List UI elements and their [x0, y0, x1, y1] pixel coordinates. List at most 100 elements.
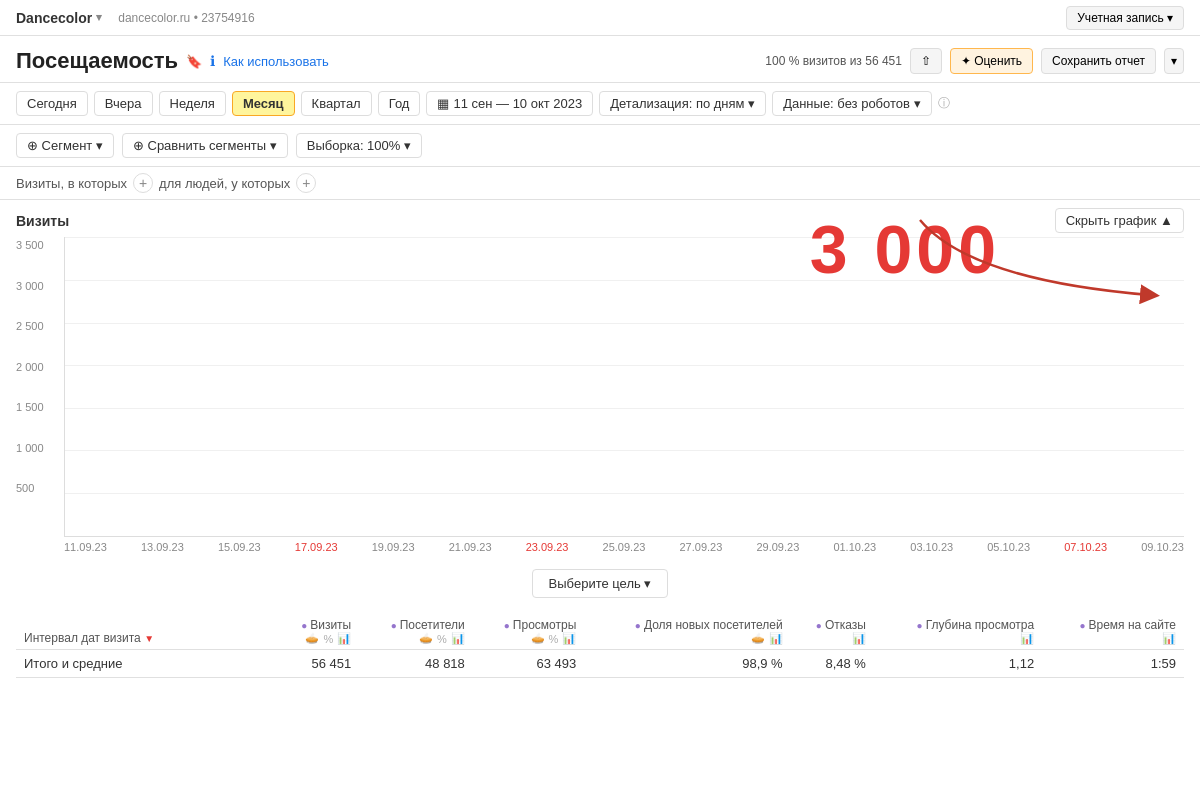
y-label-1000: 1 000: [16, 442, 44, 454]
account-button[interactable]: Учетная запись ▾: [1066, 6, 1184, 30]
date-range-label: 11 сен — 10 окт 2023: [453, 96, 582, 111]
period-week[interactable]: Неделя: [159, 91, 226, 116]
x-label-0310: 03.10.23: [910, 541, 953, 553]
x-label-2109: 21.09.23: [449, 541, 492, 553]
for-people-label: для людей, у которых: [159, 176, 290, 191]
segment-bar: ⊕ Сегмент ▾ ⊕ Сравнить сегменты ▾ Выборк…: [0, 125, 1200, 167]
col-header-visits: ● Визиты 🥧 % 📊: [276, 614, 359, 650]
period-month[interactable]: Месяц: [232, 91, 295, 116]
title-bar: Посещаемость 🔖 ℹ Как использовать 100 % …: [0, 36, 1200, 83]
x-label-2509: 25.09.23: [603, 541, 646, 553]
content-area: 3 000 Визиты Скрыть график ▲ 3 500 3 000…: [0, 200, 1200, 553]
col-header-views: ● Просмотры 🥧 % 📊: [473, 614, 584, 650]
circle-visitors-icon: ●: [391, 620, 397, 631]
visit-bar: Визиты, в которых + для людей, у которых…: [0, 167, 1200, 200]
depth-col-icons: 📊: [882, 632, 1034, 645]
goal-area: Выберите цель ▾: [0, 553, 1200, 614]
add-people-condition-button[interactable]: +: [296, 173, 316, 193]
period-year[interactable]: Год: [378, 91, 421, 116]
col-header-time: ● Время на сайте 📊: [1042, 614, 1184, 650]
circle-depth-icon: ●: [917, 620, 923, 631]
circle-new-icon: ●: [635, 620, 641, 631]
compare-segments-button[interactable]: ⊕ Сравнить сегменты ▾: [122, 133, 288, 158]
col-header-visitors: ● Посетители 🥧 % 📊: [359, 614, 473, 650]
total-time: 1:59: [1042, 650, 1184, 678]
x-label-1909: 19.09.23: [372, 541, 415, 553]
col-header-new: ● Доля новых посетителей 🥧 📊: [584, 614, 790, 650]
hide-chart-button[interactable]: Скрыть график ▲: [1055, 208, 1184, 233]
info-icon: ℹ: [210, 53, 215, 69]
period-today[interactable]: Сегодня: [16, 91, 88, 116]
new-col-icons: 🥧 📊: [592, 632, 782, 645]
robot-data-button[interactable]: Данные: без роботов ▾: [772, 91, 931, 116]
y-label-0: [16, 523, 44, 535]
date-range-button[interactable]: ▦ 11 сен — 10 окт 2023: [426, 91, 593, 116]
circle-time-icon: ●: [1079, 620, 1085, 631]
total-depth: 1,12: [874, 650, 1042, 678]
brand[interactable]: Dancecolor ▾: [16, 10, 102, 26]
table-section: Интервал дат визита ▼ ● Визиты 🥧 % 📊: [0, 614, 1200, 678]
visits-col-icons: 🥧 % 📊: [284, 632, 351, 645]
calendar-icon: ▦: [437, 96, 449, 111]
bookmark-icon[interactable]: 🔖: [186, 54, 202, 69]
sort-arrow-icon: ▼: [144, 633, 154, 644]
time-col-icons: 📊: [1050, 632, 1176, 645]
export-button[interactable]: ⇧: [910, 48, 942, 74]
top-bar: Dancecolor ▾ dancecolor.ru • 23754916 Уч…: [0, 0, 1200, 36]
detail-button[interactable]: Детализация: по дням ▾: [599, 91, 766, 116]
chart-bars-container: [64, 237, 1184, 537]
x-label-0510: 05.10.23: [987, 541, 1030, 553]
bounce-col-icons: 📊: [799, 632, 866, 645]
circle-bounce-icon: ●: [816, 620, 822, 631]
x-label-1309: 13.09.23: [141, 541, 184, 553]
total-views: 63 493: [473, 650, 584, 678]
brand-name: Dancecolor: [16, 10, 92, 26]
goal-select-button[interactable]: Выберите цель ▾: [532, 569, 669, 598]
chart-header: Визиты Скрыть график ▲: [16, 200, 1184, 237]
data-table: Интервал дат визита ▼ ● Визиты 🥧 % 📊: [16, 614, 1184, 678]
y-axis: 3 500 3 000 2 500 2 000 1 500 1 000 500: [16, 237, 44, 537]
y-label-1500: 1 500: [16, 401, 44, 413]
title-bar-left: Посещаемость 🔖 ℹ Как использовать: [16, 48, 329, 74]
col-header-date: Интервал дат визита ▼: [16, 614, 276, 650]
y-label-2000: 2 000: [16, 361, 44, 373]
filter-info-icon: ⓘ: [938, 95, 950, 112]
period-quarter[interactable]: Квартал: [301, 91, 372, 116]
visitors-col-icons: 🥧 % 📊: [367, 632, 465, 645]
page-title: Посещаемость: [16, 48, 178, 74]
site-info: dancecolor.ru • 23754916: [118, 11, 254, 25]
x-label-2309: 23.09.23: [526, 541, 569, 553]
save-button[interactable]: Сохранить отчет: [1041, 48, 1156, 74]
total-label: Итого и средние: [16, 650, 276, 678]
x-axis: 11.09.23 13.09.23 15.09.23 17.09.23 19.0…: [64, 537, 1184, 553]
total-visits: 56 451: [276, 650, 359, 678]
period-yesterday[interactable]: Вчера: [94, 91, 153, 116]
views-col-icons: 🥧 % 📊: [481, 632, 576, 645]
add-visit-condition-button[interactable]: +: [133, 173, 153, 193]
brand-chevron: ▾: [96, 11, 102, 24]
chart-title: Визиты: [16, 213, 69, 229]
x-label-2909: 29.09.23: [756, 541, 799, 553]
visit-condition-label: Визиты, в которых: [16, 176, 127, 191]
circle-views-icon: ●: [504, 620, 510, 631]
x-label-0710: 07.10.23: [1064, 541, 1107, 553]
y-label-3000: 3 000: [16, 280, 44, 292]
visits-info: 100 % визитов из 56 451: [765, 54, 902, 68]
table-header-row: Интервал дат визита ▼ ● Визиты 🥧 % 📊: [16, 614, 1184, 650]
y-label-3500: 3 500: [16, 239, 44, 251]
total-visitors: 48 818: [359, 650, 473, 678]
export-icon: ⇧: [921, 54, 931, 68]
x-label-0910: 09.10.23: [1141, 541, 1184, 553]
col-header-bounce: ● Отказы 📊: [791, 614, 874, 650]
x-label-2709: 27.09.23: [680, 541, 723, 553]
rate-button[interactable]: ✦ Оценить: [950, 48, 1033, 74]
sample-button[interactable]: Выборка: 100% ▾: [296, 133, 422, 158]
title-bar-right: 100 % визитов из 56 451 ⇧ ✦ Оценить Сохр…: [765, 48, 1184, 74]
how-to-use-link[interactable]: Как использовать: [223, 54, 329, 69]
x-label-1109: 11.09.23: [64, 541, 107, 553]
chart-section: Визиты Скрыть график ▲ 3 500 3 000 2 500…: [0, 200, 1200, 553]
col-header-depth: ● Глубина просмотра 📊: [874, 614, 1042, 650]
save-chevron-button[interactable]: ▾: [1164, 48, 1184, 74]
top-bar-left: Dancecolor ▾ dancecolor.ru • 23754916: [16, 10, 255, 26]
segment-button[interactable]: ⊕ Сегмент ▾: [16, 133, 114, 158]
